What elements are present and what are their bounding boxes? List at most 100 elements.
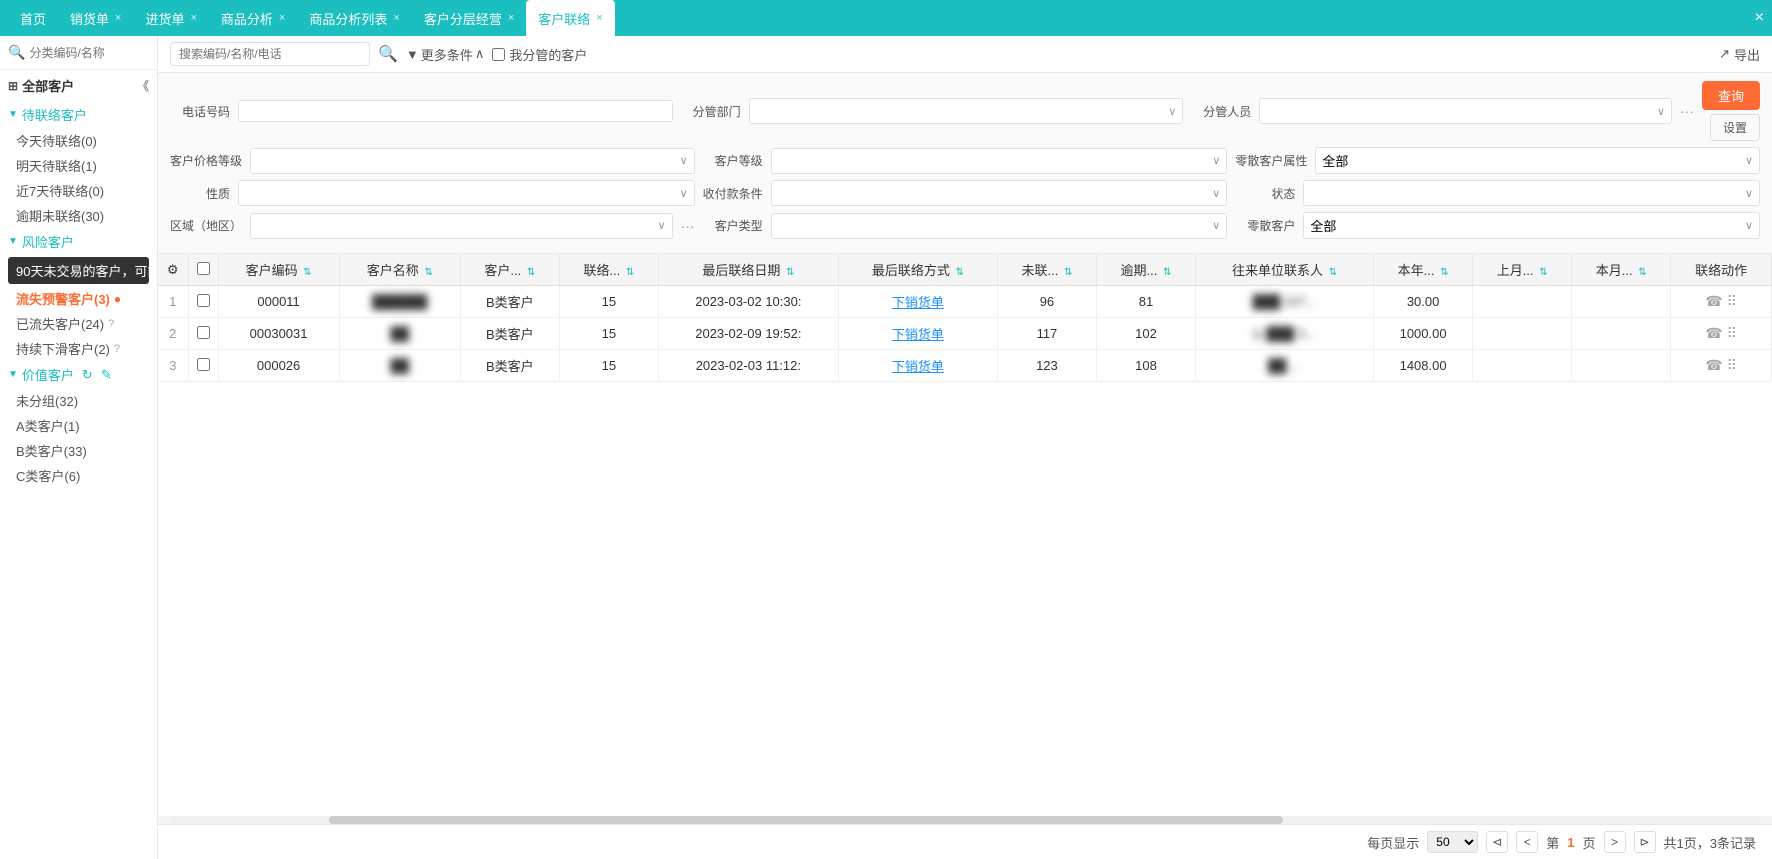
- nav-sales[interactable]: 销货单 ×: [58, 0, 133, 36]
- sort-uncontacted-icon[interactable]: ⇅: [1064, 267, 1072, 278]
- person-dots[interactable]: ···: [1680, 103, 1694, 119]
- row-checkbox[interactable]: [197, 294, 210, 307]
- retail-attr-select[interactable]: 全部 ∨: [1315, 147, 1760, 174]
- all-customers-header[interactable]: ⊞ 全部客户 《: [0, 70, 157, 101]
- region-dots[interactable]: ···: [681, 218, 695, 234]
- sidebar-item-tomorrow-contact[interactable]: 明天待联络(1): [0, 153, 157, 178]
- close-customer-tier-icon[interactable]: ×: [508, 12, 514, 24]
- sort-type-icon[interactable]: ⇅: [527, 267, 535, 278]
- nature-select[interactable]: ∨: [238, 180, 695, 206]
- col-type[interactable]: 客户... ⇅: [460, 254, 559, 286]
- close-goods-list-icon[interactable]: ×: [393, 12, 399, 24]
- close-sales-icon[interactable]: ×: [115, 12, 121, 24]
- nav-purchase[interactable]: 进货单 ×: [133, 0, 208, 36]
- col-last-method[interactable]: 最后联络方式 ⇅: [838, 254, 997, 286]
- dept-select[interactable]: ∨: [749, 98, 1184, 124]
- scrollbar-thumb[interactable]: [329, 816, 1283, 824]
- sort-contact-icon[interactable]: ⇅: [626, 267, 634, 278]
- sort-name-icon[interactable]: ⇅: [424, 267, 432, 278]
- sidebar-item-class-a[interactable]: A类客户(1): [0, 413, 157, 438]
- col-this-month[interactable]: 本月... ⇅: [1572, 254, 1671, 286]
- refresh-icon[interactable]: ↻: [82, 367, 93, 383]
- main-search-input[interactable]: [170, 42, 370, 66]
- person-select[interactable]: ∨: [1259, 98, 1672, 124]
- phone-input[interactable]: [238, 100, 673, 122]
- col-uncontacted[interactable]: 未联... ⇅: [997, 254, 1096, 286]
- sort-date-icon[interactable]: ⇅: [786, 267, 794, 278]
- sort-tmonth-icon[interactable]: ⇅: [1638, 267, 1646, 278]
- sidebar-item-declining[interactable]: 持续下滑客户(2) ?: [0, 336, 157, 361]
- nav-customer-tier[interactable]: 客户分层经营 ×: [412, 0, 526, 36]
- more-action-icon[interactable]: ⠿: [1727, 325, 1737, 342]
- sort-person-icon[interactable]: ⇅: [1329, 267, 1337, 278]
- retail-customer-select[interactable]: 全部 ∨: [1303, 212, 1760, 239]
- col-overdue[interactable]: 逾期... ⇅: [1096, 254, 1195, 286]
- row-last-method[interactable]: 下销货单: [838, 318, 997, 350]
- contact-action-icon[interactable]: ☎: [1705, 293, 1722, 310]
- more-conditions-button[interactable]: ▼ 更多条件 ∧: [406, 45, 484, 64]
- customer-type-select[interactable]: ∨: [771, 213, 1228, 239]
- close-all-icon[interactable]: ×: [1755, 9, 1764, 27]
- export-button[interactable]: ↗ 导出: [1719, 45, 1760, 64]
- col-contact[interactable]: 联络... ⇅: [559, 254, 658, 286]
- sort-year-icon[interactable]: ⇅: [1440, 267, 1448, 278]
- first-page-button[interactable]: ⊲: [1486, 831, 1508, 853]
- my-customers-checkbox[interactable]: [492, 48, 505, 61]
- sidebar-item-class-b[interactable]: B类客户(33): [0, 438, 157, 463]
- sidebar-item-class-c[interactable]: C类客户(6): [0, 463, 157, 488]
- sort-overdue-icon[interactable]: ⇅: [1163, 267, 1171, 278]
- contact-action-icon[interactable]: ☎: [1705, 357, 1722, 374]
- close-customer-contact-icon[interactable]: ×: [596, 12, 602, 24]
- row-last-method[interactable]: 下销货单: [838, 286, 997, 318]
- row-checkbox-cell[interactable]: [188, 350, 218, 382]
- contact-action-icon[interactable]: ☎: [1705, 325, 1722, 342]
- settings-button[interactable]: 设置: [1710, 114, 1760, 141]
- sidebar-item-churn-warning[interactable]: 流失预警客户(3) ●: [0, 286, 157, 311]
- col-this-year[interactable]: 本年... ⇅: [1374, 254, 1473, 286]
- next-page-button[interactable]: >: [1604, 831, 1626, 853]
- col-last-month[interactable]: 上月... ⇅: [1473, 254, 1572, 286]
- region-select[interactable]: ∨: [250, 213, 673, 239]
- per-page-select[interactable]: 50 100 200: [1427, 831, 1478, 853]
- more-action-icon[interactable]: ⠿: [1727, 293, 1737, 310]
- customer-grade-select[interactable]: ∨: [771, 148, 1228, 174]
- close-goods-analysis-icon[interactable]: ×: [279, 12, 285, 24]
- edit-icon[interactable]: ✎: [101, 367, 112, 383]
- col-checkbox[interactable]: [188, 254, 218, 286]
- nav-goods-list[interactable]: 商品分析列表 ×: [297, 0, 411, 36]
- nav-goods-analysis[interactable]: 商品分析 ×: [209, 0, 297, 36]
- horizontal-scrollbar[interactable]: [170, 816, 1760, 824]
- group-pending-contact[interactable]: ▼ 待联络客户: [0, 101, 157, 128]
- sort-method-icon[interactable]: ⇅: [955, 267, 963, 278]
- group-value-customer[interactable]: ▼ 价值客户 ↻ ✎: [0, 361, 157, 388]
- sort-code-icon[interactable]: ⇅: [303, 267, 311, 278]
- col-settings[interactable]: ⚙: [158, 254, 188, 286]
- sidebar-search-input[interactable]: [29, 46, 158, 60]
- sidebar-item-overdue-contact[interactable]: 逾期未联络(30): [0, 203, 157, 228]
- close-purchase-icon[interactable]: ×: [190, 12, 196, 24]
- my-customers-checkbox-label[interactable]: 我分管的客户: [492, 45, 587, 64]
- sort-lmonth-icon[interactable]: ⇅: [1539, 267, 1547, 278]
- sidebar-item-churned[interactable]: 已流失客户(24) ?: [0, 311, 157, 336]
- price-grade-select[interactable]: ∨: [250, 148, 695, 174]
- col-code[interactable]: 客户编码 ⇅: [218, 254, 339, 286]
- search-button[interactable]: 🔍: [378, 44, 398, 64]
- col-person[interactable]: 往来单位联系人 ⇅: [1195, 254, 1373, 286]
- last-page-button[interactable]: ⊳: [1634, 831, 1656, 853]
- row-checkbox-cell[interactable]: [188, 318, 218, 350]
- status-select[interactable]: ∨: [1303, 180, 1760, 206]
- col-name[interactable]: 客户名称 ⇅: [339, 254, 460, 286]
- row-checkbox[interactable]: [197, 326, 210, 339]
- select-all-checkbox[interactable]: [197, 262, 210, 275]
- row-checkbox[interactable]: [197, 358, 210, 371]
- sidebar-item-today-contact[interactable]: 今天待联络(0): [0, 128, 157, 153]
- row-last-method[interactable]: 下销货单: [838, 350, 997, 382]
- query-button[interactable]: 查询: [1702, 81, 1760, 110]
- sidebar-item-7days-contact[interactable]: 近7天待联络(0): [0, 178, 157, 203]
- nav-home[interactable]: 首页: [8, 0, 58, 36]
- sidebar-item-ungrouped[interactable]: 未分组(32): [0, 388, 157, 413]
- group-risk-customer[interactable]: ▼ 风险客户: [0, 228, 157, 255]
- more-action-icon[interactable]: ⠿: [1727, 357, 1737, 374]
- prev-page-button[interactable]: <: [1516, 831, 1538, 853]
- col-last-date[interactable]: 最后联络日期 ⇅: [658, 254, 838, 286]
